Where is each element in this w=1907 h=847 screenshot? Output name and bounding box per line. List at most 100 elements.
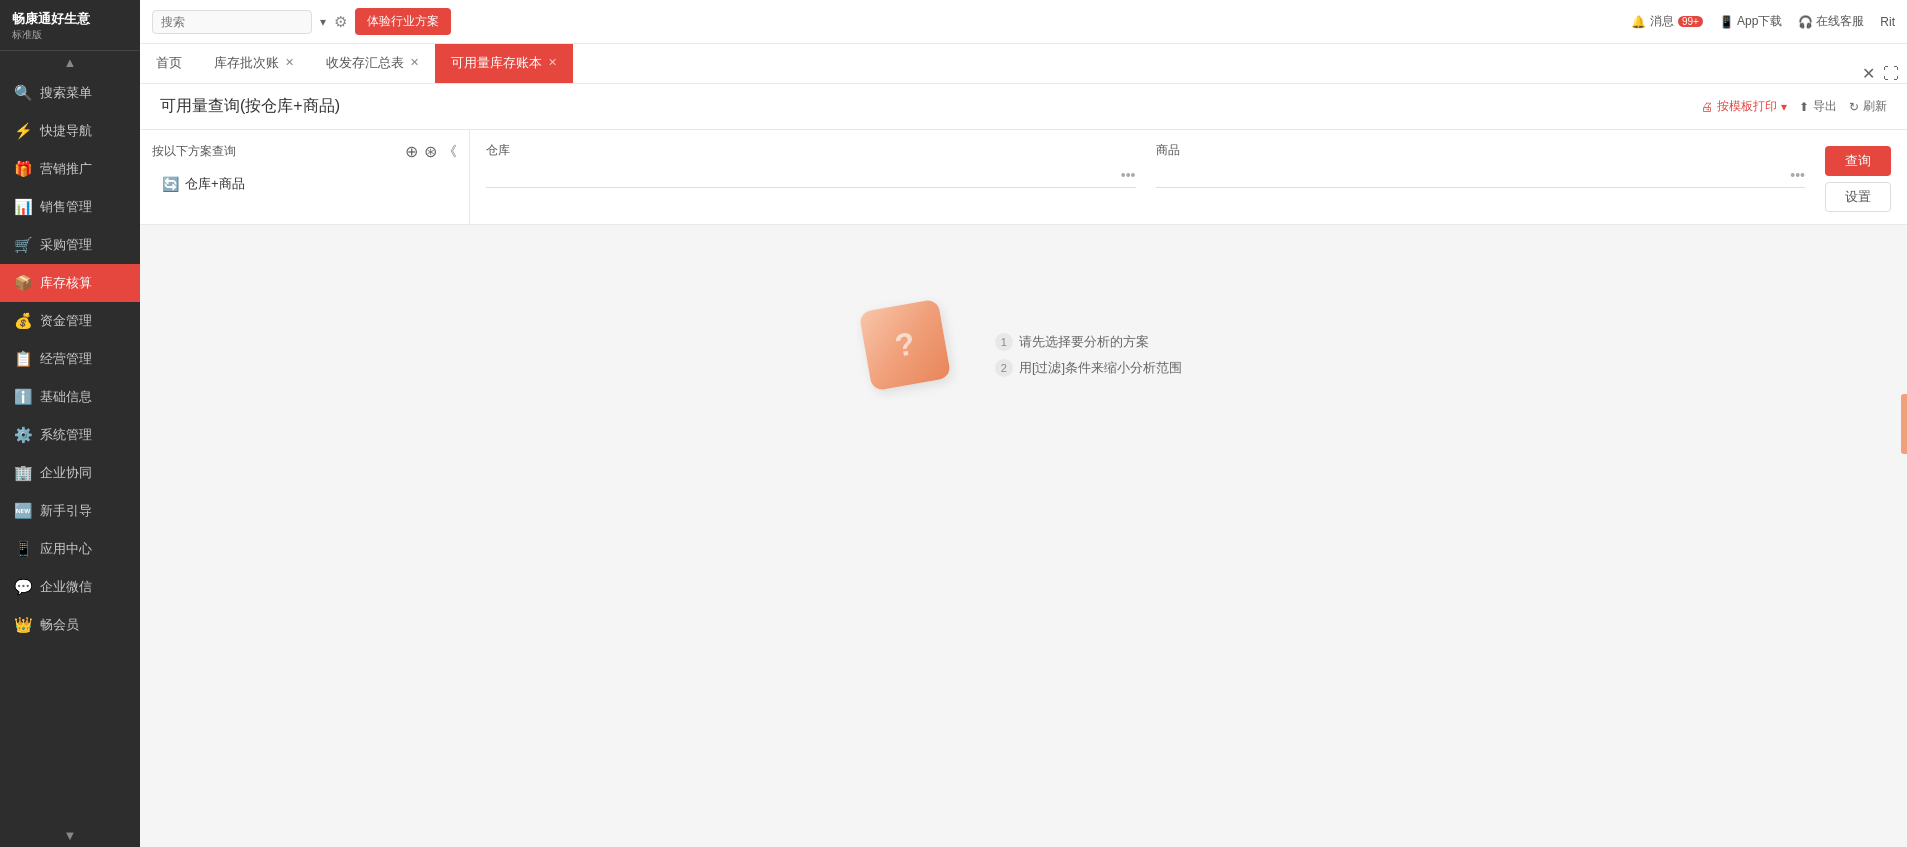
tab-collect-inventory[interactable]: 收发存汇总表 ✕ (310, 44, 435, 83)
tab-batch-account-label: 库存批次账 (214, 54, 279, 72)
sidebar-label-quick-nav: 快捷导航 (40, 122, 92, 140)
empty-state: 1 请先选择要分析的方案 2 用[过滤]条件来缩小分析范围 (140, 225, 1907, 485)
sidebar-icon-newbie: 🆕 (14, 502, 32, 520)
tab-maximize-button[interactable]: ⛶ (1883, 65, 1899, 83)
sidebar-item-newbie[interactable]: 🆕 新手引导 (0, 492, 140, 530)
sidebar-item-basic-info[interactable]: ℹ️ 基础信息 (0, 378, 140, 416)
tab-end-buttons: ✕ ⛶ (1854, 64, 1907, 83)
tab-available-ledger-label: 可用量库存账本 (451, 54, 542, 72)
tab-home-label: 首页 (156, 54, 182, 72)
sidebar-item-system[interactable]: ⚙️ 系统管理 (0, 416, 140, 454)
sidebar-icon-app-center: 📱 (14, 540, 32, 558)
tab-available-ledger[interactable]: 可用量库存账本 ✕ (435, 44, 573, 83)
export-icon: ⬆ (1799, 100, 1809, 114)
sidebar-label-finance: 资金管理 (40, 312, 92, 330)
page-title: 可用量查询(按仓库+商品) (160, 96, 340, 117)
empty-state-inner: 1 请先选择要分析的方案 2 用[过滤]条件来缩小分析范围 (865, 305, 1182, 405)
tab-batch-account[interactable]: 库存批次账 ✕ (198, 44, 310, 83)
topbar-right: 🔔 消息 99+ 📱 App下载 🎧 在线客服 Rit (1631, 13, 1895, 30)
collapse-filter-icon[interactable]: 《 (443, 143, 457, 161)
print-label: 按模板打印 (1717, 98, 1777, 115)
empty-hint-1: 1 请先选择要分析的方案 (995, 329, 1182, 355)
dropdown-arrow-icon[interactable]: ▾ (320, 15, 326, 29)
filter-action-buttons: 查询 设置 (1825, 142, 1891, 212)
filter-left-title: 按以下方案查询 (152, 143, 236, 160)
sidebar-item-wechat[interactable]: 💬 企业微信 (0, 568, 140, 606)
online-service-btn[interactable]: 🎧 在线客服 (1798, 13, 1864, 30)
sidebar-item-search[interactable]: 🔍 搜索菜单 (0, 74, 140, 112)
filter-area: 按以下方案查询 ⊕ ⊛ 《 🔄 仓库+商品 仓库 (140, 130, 1907, 225)
phone-icon: 📱 (1719, 15, 1734, 29)
empty-hint-2: 2 用[过滤]条件来缩小分析范围 (995, 355, 1182, 381)
sidebar-item-inventory[interactable]: 📦 库存核算 (0, 264, 140, 302)
topbar: ▾ ⚙ 体验行业方案 🔔 消息 99+ 📱 App下载 🎧 在线客服 Rit (140, 0, 1907, 44)
industry-solution-button[interactable]: 体验行业方案 (355, 8, 451, 35)
sidebar-label-wechat: 企业微信 (40, 578, 92, 596)
refresh-button[interactable]: ↻ 刷新 (1849, 98, 1887, 115)
scroll-down-btn[interactable]: ▼ (0, 824, 140, 847)
filter-left-actions: ⊕ ⊛ 《 (405, 142, 457, 161)
app-title: 畅康通好生意 (12, 10, 128, 28)
tab-available-ledger-close[interactable]: ✕ (548, 56, 557, 69)
warehouse-input[interactable] (486, 168, 1113, 183)
gear-icon[interactable]: ⚙ (334, 13, 347, 31)
sidebar-item-app-center[interactable]: 📱 应用中心 (0, 530, 140, 568)
print-dropdown-icon[interactable]: ▾ (1781, 100, 1787, 114)
settings-scheme-icon[interactable]: ⊛ (424, 142, 437, 161)
tab-collect-inventory-label: 收发存汇总表 (326, 54, 404, 72)
notification-btn[interactable]: 🔔 消息 99+ (1631, 13, 1703, 30)
tab-home[interactable]: 首页 (140, 44, 198, 83)
sidebar-label-member: 畅会员 (40, 616, 79, 634)
main-area: ▾ ⚙ 体验行业方案 🔔 消息 99+ 📱 App下载 🎧 在线客服 Rit (140, 0, 1907, 847)
sidebar-item-enterprise[interactable]: 🏢 企业协同 (0, 454, 140, 492)
sidebar-icon-inventory: 📦 (14, 274, 32, 292)
notification-badge: 99+ (1678, 16, 1703, 27)
sidebar: 畅康通好生意 标准版 ▲ 🔍 搜索菜单 ⚡ 快捷导航 🎁 营销推广 📊 销售管理… (0, 0, 140, 847)
app-download-btn[interactable]: 📱 App下载 (1719, 13, 1782, 30)
sidebar-icon-quick-nav: ⚡ (14, 122, 32, 140)
sidebar-nav: 🔍 搜索菜单 ⚡ 快捷导航 🎁 营销推广 📊 销售管理 🛒 采购管理 📦 库存核… (0, 74, 140, 824)
export-button[interactable]: ⬆ 导出 (1799, 98, 1837, 115)
sidebar-label-search: 搜索菜单 (40, 84, 92, 102)
print-button[interactable]: 🖨 按模板打印 ▾ (1701, 98, 1787, 115)
goods-more-icon[interactable]: ••• (1790, 167, 1805, 183)
tab-close-all-button[interactable]: ✕ (1862, 64, 1875, 83)
search-input[interactable] (152, 10, 312, 34)
scheme-item-warehouse-goods[interactable]: 🔄 仓库+商品 (152, 169, 457, 199)
sidebar-item-purchase[interactable]: 🛒 采购管理 (0, 226, 140, 264)
sidebar-label-purchase: 采购管理 (40, 236, 92, 254)
scroll-up-btn[interactable]: ▲ (0, 51, 140, 74)
warehouse-more-icon[interactable]: ••• (1121, 167, 1136, 183)
warehouse-label: 仓库 (486, 142, 1136, 159)
tab-bar: 首页 库存批次账 ✕ 收发存汇总表 ✕ 可用量库存账本 ✕ ✕ ⛶ (140, 44, 1907, 84)
page-header-actions: 🖨 按模板打印 ▾ ⬆ 导出 ↻ 刷新 (1701, 98, 1887, 115)
sidebar-icon-finance: 💰 (14, 312, 32, 330)
add-scheme-icon[interactable]: ⊕ (405, 142, 418, 161)
sidebar-item-marketing[interactable]: 🎁 营销推广 (0, 150, 140, 188)
filter-left-panel: 按以下方案查询 ⊕ ⊛ 《 🔄 仓库+商品 (140, 130, 470, 224)
sidebar-item-operations[interactable]: 📋 经营管理 (0, 340, 140, 378)
refresh-icon: ↻ (1849, 100, 1859, 114)
sidebar-label-operations: 经营管理 (40, 350, 92, 368)
sidebar-item-member[interactable]: 👑 畅会员 (0, 606, 140, 644)
sidebar-icon-purchase: 🛒 (14, 236, 32, 254)
bell-icon: 🔔 (1631, 15, 1646, 29)
empty-box-illustration (859, 299, 952, 392)
notification-label: 消息 (1650, 13, 1674, 30)
sidebar-label-basic-info: 基础信息 (40, 388, 92, 406)
username: Rit (1880, 15, 1895, 29)
scheme-label: 仓库+商品 (185, 175, 245, 193)
sidebar-item-quick-nav[interactable]: ⚡ 快捷导航 (0, 112, 140, 150)
app-download-label: App下载 (1737, 13, 1782, 30)
scheme-rotate-icon: 🔄 (162, 176, 179, 192)
user-info[interactable]: Rit (1880, 15, 1895, 29)
tab-batch-account-close[interactable]: ✕ (285, 56, 294, 69)
settings-button[interactable]: 设置 (1825, 182, 1891, 212)
empty-hint-1-text: 请先选择要分析的方案 (1019, 329, 1149, 355)
sidebar-item-sales[interactable]: 📊 销售管理 (0, 188, 140, 226)
tab-collect-inventory-close[interactable]: ✕ (410, 56, 419, 69)
goods-input[interactable] (1156, 168, 1783, 183)
empty-hint-2-text: 用[过滤]条件来缩小分析范围 (1019, 355, 1182, 381)
sidebar-item-finance[interactable]: 💰 资金管理 (0, 302, 140, 340)
query-button[interactable]: 查询 (1825, 146, 1891, 176)
